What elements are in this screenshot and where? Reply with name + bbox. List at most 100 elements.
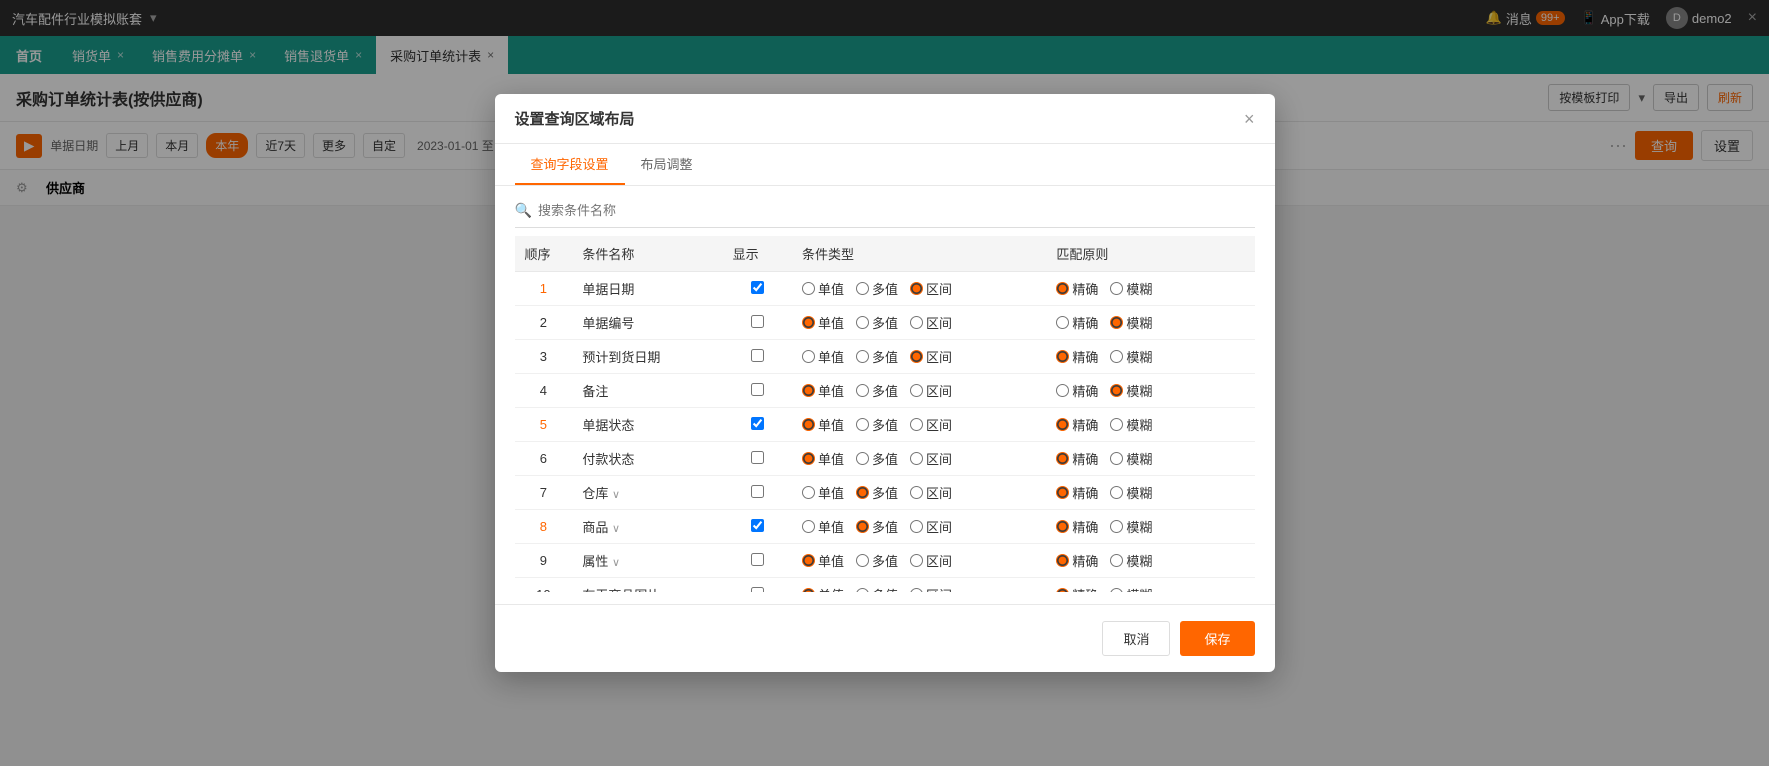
match-fuzzy[interactable]: 模糊 <box>1110 449 1152 468</box>
row-show[interactable] <box>723 578 792 593</box>
type-range[interactable]: 区间 <box>910 347 952 366</box>
type-range[interactable]: 区间 <box>910 415 952 434</box>
type-multi[interactable]: 多值 <box>856 483 898 502</box>
row-show[interactable] <box>723 272 792 306</box>
row-show[interactable] <box>723 510 792 544</box>
type-single[interactable]: 单值 <box>802 517 844 536</box>
type-multi[interactable]: 多值 <box>856 415 898 434</box>
match-exact[interactable]: 精确 <box>1056 415 1098 434</box>
row-match: 精确 模糊 <box>1046 476 1254 510</box>
row-name: 单据状态 <box>572 408 722 442</box>
row-show[interactable] <box>723 340 792 374</box>
save-button[interactable]: 保存 <box>1180 621 1254 656</box>
row-match: 精确 模糊 <box>1046 272 1254 306</box>
row-show[interactable] <box>723 374 792 408</box>
type-multi[interactable]: 多值 <box>856 449 898 468</box>
type-range[interactable]: 区间 <box>910 585 952 592</box>
type-single[interactable]: 单值 <box>802 551 844 570</box>
match-fuzzy[interactable]: 模糊 <box>1110 483 1152 502</box>
type-single[interactable]: 单值 <box>802 279 844 298</box>
type-single[interactable]: 单值 <box>802 585 844 592</box>
match-exact[interactable]: 精确 <box>1056 313 1098 332</box>
match-exact[interactable]: 精确 <box>1056 551 1098 570</box>
tab-layout-adjust[interactable]: 布局调整 <box>625 144 709 185</box>
type-multi[interactable]: 多值 <box>856 347 898 366</box>
show-checkbox[interactable] <box>751 519 764 532</box>
row-match: 精确 模糊 <box>1046 374 1254 408</box>
match-fuzzy[interactable]: 模糊 <box>1110 551 1152 570</box>
match-exact[interactable]: 精确 <box>1056 585 1098 592</box>
match-fuzzy[interactable]: 模糊 <box>1110 279 1152 298</box>
dialog-overlay: 设置查询区域布局 × 查询字段设置 布局调整 🔍 顺序 条件名称 显示 <box>0 0 1769 766</box>
type-single[interactable]: 单值 <box>802 381 844 400</box>
row-show[interactable] <box>723 306 792 340</box>
type-range[interactable]: 区间 <box>910 483 952 502</box>
table-row: 2 单据编号 单值 多值 区间 <box>515 306 1255 340</box>
type-single[interactable]: 单值 <box>802 449 844 468</box>
type-multi[interactable]: 多值 <box>856 279 898 298</box>
row-type: 单值 多值 区间 <box>792 544 1046 578</box>
type-single[interactable]: 单值 <box>802 347 844 366</box>
th-match: 匹配原则 <box>1046 236 1254 272</box>
dialog-header: 设置查询区域布局 × <box>495 94 1275 144</box>
type-range[interactable]: 区间 <box>910 517 952 536</box>
tab-query-fields[interactable]: 查询字段设置 <box>515 144 625 185</box>
row-match: 精确 模糊 <box>1046 340 1254 374</box>
show-checkbox[interactable] <box>751 485 764 498</box>
row-type: 单值 多值 区间 <box>792 306 1046 340</box>
type-multi[interactable]: 多值 <box>856 381 898 400</box>
match-fuzzy[interactable]: 模糊 <box>1110 415 1152 434</box>
row-show[interactable] <box>723 476 792 510</box>
match-fuzzy[interactable]: 模糊 <box>1110 347 1152 366</box>
th-show: 显示 <box>723 236 792 272</box>
show-checkbox[interactable] <box>751 553 764 566</box>
show-checkbox[interactable] <box>751 451 764 464</box>
match-fuzzy[interactable]: 模糊 <box>1110 313 1152 332</box>
match-fuzzy[interactable]: 模糊 <box>1110 517 1152 536</box>
th-name: 条件名称 <box>572 236 722 272</box>
match-exact[interactable]: 精确 <box>1056 279 1098 298</box>
row-show[interactable] <box>723 544 792 578</box>
table-row: 4 备注 单值 多值 区间 <box>515 374 1255 408</box>
type-range[interactable]: 区间 <box>910 381 952 400</box>
type-range[interactable]: 区间 <box>910 551 952 570</box>
row-show[interactable] <box>723 408 792 442</box>
dialog-footer: 取消 保存 <box>495 604 1275 672</box>
match-exact[interactable]: 精确 <box>1056 483 1098 502</box>
type-multi[interactable]: 多值 <box>856 517 898 536</box>
show-checkbox[interactable] <box>751 383 764 396</box>
search-input[interactable] <box>538 203 738 218</box>
row-type: 单值 多值 区间 <box>792 374 1046 408</box>
match-exact[interactable]: 精确 <box>1056 381 1098 400</box>
match-exact[interactable]: 精确 <box>1056 449 1098 468</box>
show-checkbox[interactable] <box>751 417 764 430</box>
type-single[interactable]: 单值 <box>802 313 844 332</box>
field-table: 顺序 条件名称 显示 条件类型 匹配原则 <box>515 236 1255 272</box>
cancel-button[interactable]: 取消 <box>1102 621 1170 656</box>
type-single[interactable]: 单值 <box>802 483 844 502</box>
match-fuzzy[interactable]: 模糊 <box>1110 585 1152 592</box>
table-row: 6 付款状态 单值 多值 区间 <box>515 442 1255 476</box>
row-order: 7 <box>515 476 573 510</box>
row-match: 精确 模糊 <box>1046 408 1254 442</box>
show-checkbox[interactable] <box>751 349 764 362</box>
show-checkbox[interactable] <box>751 315 764 328</box>
type-multi[interactable]: 多值 <box>856 585 898 592</box>
type-single[interactable]: 单值 <box>802 415 844 434</box>
row-show[interactable] <box>723 442 792 476</box>
show-checkbox[interactable] <box>751 587 764 593</box>
dialog-body: 🔍 顺序 条件名称 显示 条件类型 匹配原则 <box>495 186 1275 604</box>
dialog-close-btn[interactable]: × <box>1244 110 1255 128</box>
type-range[interactable]: 区间 <box>910 279 952 298</box>
type-range[interactable]: 区间 <box>910 449 952 468</box>
type-multi[interactable]: 多值 <box>856 313 898 332</box>
type-range[interactable]: 区间 <box>910 313 952 332</box>
row-match: 精确 模糊 <box>1046 510 1254 544</box>
row-order: 9 <box>515 544 573 578</box>
match-exact[interactable]: 精确 <box>1056 347 1098 366</box>
match-fuzzy[interactable]: 模糊 <box>1110 381 1152 400</box>
row-order: 2 <box>515 306 573 340</box>
match-exact[interactable]: 精确 <box>1056 517 1098 536</box>
show-checkbox[interactable] <box>751 281 764 294</box>
type-multi[interactable]: 多值 <box>856 551 898 570</box>
